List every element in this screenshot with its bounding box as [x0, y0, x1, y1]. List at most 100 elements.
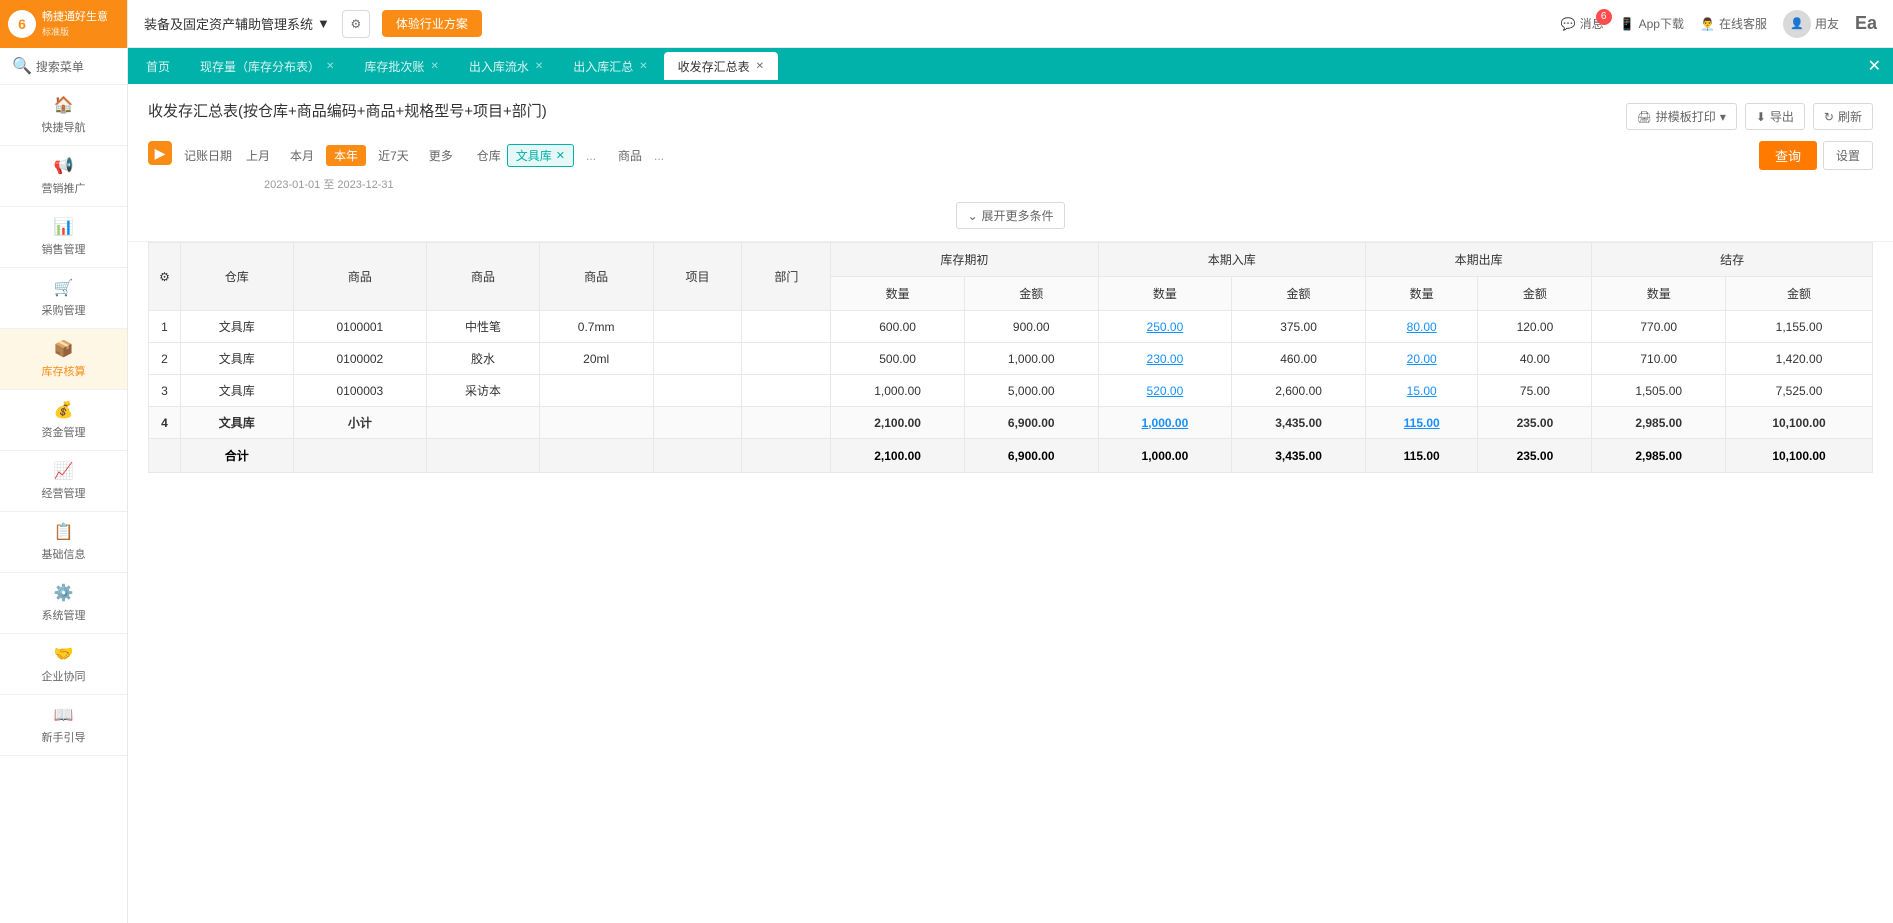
- expand-more-conditions-btn[interactable]: ⌄ 展开更多条件: [956, 202, 1064, 229]
- row-close-qty: 710.00: [1592, 343, 1726, 375]
- sidebar-item-search[interactable]: 🔍 搜索菜单: [0, 48, 127, 85]
- th-warehouse: 仓库: [181, 243, 294, 311]
- table-settings-col[interactable]: ⚙: [149, 243, 181, 311]
- sidebar-item-inventory[interactable]: 📦 库存核算: [0, 329, 127, 390]
- warehouse-tag-close[interactable]: ✕: [556, 149, 565, 162]
- tab-home-label: 首页: [146, 58, 170, 75]
- row-in-qty[interactable]: 520.00: [1098, 375, 1232, 407]
- export-btn[interactable]: ⬇ 导出: [1745, 103, 1805, 130]
- avatar-icon: 👤: [1790, 17, 1804, 30]
- row-out-qty[interactable]: 15.00: [1365, 375, 1478, 407]
- row-open-qty: 600.00: [831, 311, 965, 343]
- sidebar-item-business[interactable]: 📈 经营管理: [0, 451, 127, 512]
- search-icon: 🔍: [12, 56, 32, 76]
- warehouse-more-btn[interactable]: ...: [580, 147, 602, 165]
- sidebar-item-label: 新手引导: [42, 729, 86, 745]
- subtotal-label: 小计: [293, 407, 427, 439]
- th-dept: 部门: [742, 243, 831, 311]
- th-in: 本期入库: [1098, 243, 1365, 277]
- sidebar-item-finance[interactable]: 💰 资金管理: [0, 390, 127, 451]
- table-footer: 合计 2,100.00 6,900.00 1,000.00 3,435.00 1…: [149, 439, 1873, 473]
- sidebar-item-label: 经营管理: [42, 485, 86, 501]
- expand-topbar-btn[interactable]: Ea: [1855, 13, 1877, 34]
- row-out-qty[interactable]: 20.00: [1365, 343, 1478, 375]
- th-in-qty: 数量: [1098, 277, 1232, 311]
- tab-recv-send[interactable]: 收发存汇总表 ✕: [664, 52, 778, 80]
- sidebar-item-sales[interactable]: 📊 销售管理: [0, 207, 127, 268]
- row-name: 胶水: [427, 343, 540, 375]
- tab-close-icon[interactable]: ✕: [756, 61, 764, 72]
- app-download-btn[interactable]: 📱 App下载: [1620, 15, 1684, 32]
- print-template-btn[interactable]: 🖨 拼模板打印 ▾: [1626, 103, 1737, 130]
- row-in-qty[interactable]: 250.00: [1098, 311, 1232, 343]
- tab-close-icon[interactable]: ✕: [430, 61, 438, 72]
- date-option-7days[interactable]: 近7天: [370, 145, 417, 166]
- row-close-qty: 770.00: [1592, 311, 1726, 343]
- row-in-qty[interactable]: 230.00: [1098, 343, 1232, 375]
- goods-more-btn[interactable]: ...: [648, 147, 670, 165]
- sidebar-item-system[interactable]: ⚙️ 系统管理: [0, 573, 127, 634]
- date-option-last-month[interactable]: 上月: [238, 145, 278, 166]
- sidebar-item-collab[interactable]: 🤝 企业协同: [0, 634, 127, 695]
- filter-settings-btn[interactable]: 设置: [1823, 141, 1873, 170]
- date-option-this-year[interactable]: 本年: [326, 145, 366, 166]
- tabbar-close-btn[interactable]: ✕: [1860, 56, 1889, 76]
- subtotal-dept: [742, 407, 831, 439]
- query-btn[interactable]: 查询: [1759, 141, 1817, 170]
- footer-empty4: [539, 439, 653, 473]
- row-name: 采访本: [427, 375, 540, 407]
- tabbar: 首页 现存量（库存分布表） ✕ 库存批次账 ✕ 出入库流水 ✕ 出入库汇总 ✕ …: [128, 48, 1893, 84]
- subtotal-spec: [539, 407, 653, 439]
- message-btn[interactable]: 💬 消息 6: [1561, 15, 1604, 32]
- footer-row: 合计 2,100.00 6,900.00 1,000.00 3,435.00 1…: [149, 439, 1873, 473]
- experience-btn[interactable]: 体验行业方案: [382, 10, 482, 37]
- tab-flow[interactable]: 出入库流水 ✕: [455, 52, 557, 80]
- tab-close-icon[interactable]: ✕: [639, 61, 647, 72]
- filter-toggle-btn[interactable]: ▶: [148, 141, 172, 165]
- th-open-amt: 金额: [964, 277, 1098, 311]
- row-close-amt: 1,420.00: [1726, 343, 1873, 375]
- gear-icon: ⚙: [351, 17, 362, 31]
- subtotal-in-qty[interactable]: 1,000.00: [1098, 407, 1232, 439]
- sidebar-item-guide[interactable]: 📖 新手引导: [0, 695, 127, 756]
- date-options: 上月 本月 本年 近7天 更多: [238, 145, 461, 166]
- row-dept: [742, 343, 831, 375]
- goods-label: 商品: [618, 147, 642, 164]
- system-name-dropdown[interactable]: 装备及固定资产辅助管理系统 ▼: [144, 14, 330, 33]
- logo-sub: 标准版: [42, 25, 108, 38]
- table-body: 1 文具库 0100001 中性笔 0.7mm 600.00 900.00 25…: [149, 311, 1873, 439]
- th-out-amt: 金额: [1478, 277, 1592, 311]
- table-row: 3 文具库 0100003 采访本 1,000.00 5,000.00 520.…: [149, 375, 1873, 407]
- sidebar-item-label: 系统管理: [42, 607, 86, 623]
- row-out-qty[interactable]: 80.00: [1365, 311, 1478, 343]
- row-in-amt: 460.00: [1232, 343, 1366, 375]
- sidebar-logo: 6 畅捷通好生意 标准版: [0, 0, 127, 48]
- tab-batch[interactable]: 库存批次账 ✕: [350, 52, 452, 80]
- sidebar-item-quick-nav[interactable]: 🏠 快捷导航: [0, 85, 127, 146]
- sidebar-item-marketing[interactable]: 📢 营销推广: [0, 146, 127, 207]
- date-option-more[interactable]: 更多: [421, 145, 461, 166]
- row-open-amt: 5,000.00: [964, 375, 1098, 407]
- date-option-this-month[interactable]: 本月: [282, 145, 322, 166]
- sidebar: 6 畅捷通好生意 标准版 🔍 搜索菜单 🏠 快捷导航 📢 营销推广 📊 销售管理…: [0, 0, 128, 923]
- th-opening: 库存期初: [831, 243, 1098, 277]
- warehouse-filter-group: 仓库 文具库 ✕ ...: [477, 144, 602, 167]
- sidebar-item-purchase[interactable]: 🛒 采购管理: [0, 268, 127, 329]
- tab-close-icon[interactable]: ✕: [326, 61, 334, 72]
- refresh-btn[interactable]: ↻ 刷新: [1813, 103, 1873, 130]
- online-service-btn[interactable]: 👨‍💼 在线客服: [1700, 15, 1767, 32]
- chart-icon: 📊: [54, 217, 74, 237]
- filter-row-1: 记账日期 上月 本月 本年 近7天 更多 仓库: [184, 141, 1873, 170]
- sidebar-item-basic[interactable]: 📋 基础信息: [0, 512, 127, 573]
- footer-in-qty: 1,000.00: [1098, 439, 1232, 473]
- settings-gear-button[interactable]: ⚙: [342, 10, 370, 38]
- tab-summary[interactable]: 出入库汇总 ✕: [559, 52, 661, 80]
- row-no: 3: [149, 375, 181, 407]
- tab-inventory-dist[interactable]: 现存量（库存分布表） ✕: [186, 52, 348, 80]
- user-menu[interactable]: 👤 用友: [1783, 10, 1839, 38]
- tab-close-icon[interactable]: ✕: [535, 61, 543, 72]
- subtotal-out-qty[interactable]: 115.00: [1365, 407, 1478, 439]
- tab-label: 现存量（库存分布表）: [200, 58, 320, 75]
- tab-home[interactable]: 首页: [132, 52, 184, 80]
- row-code: 0100003: [293, 375, 427, 407]
